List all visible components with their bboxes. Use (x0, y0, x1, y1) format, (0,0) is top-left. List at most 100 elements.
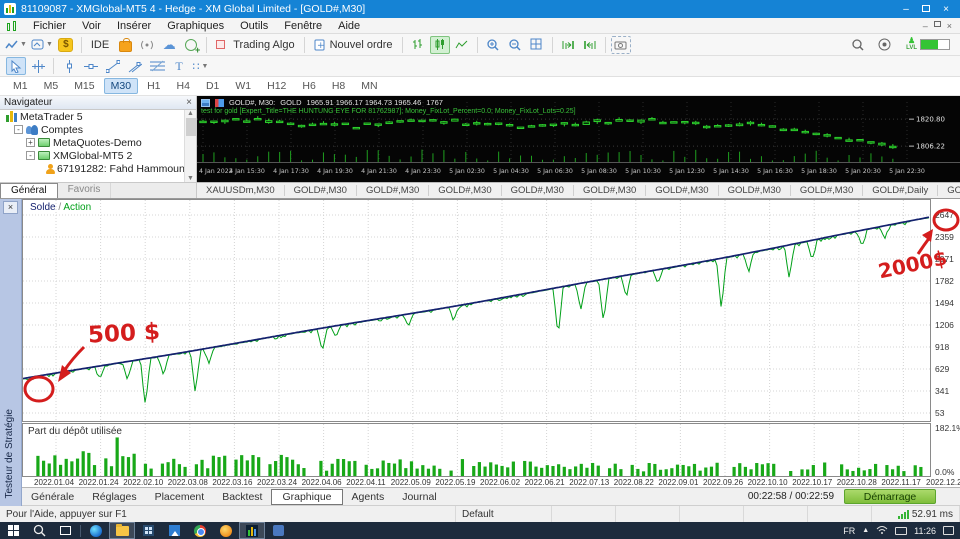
fibonacci-tool-icon[interactable] (147, 57, 167, 75)
chart-tab[interactable]: GOLD#,M30 (719, 185, 791, 196)
tray-expand-icon[interactable]: ▲ (862, 527, 869, 534)
timeframe-button[interactable]: M1 (6, 78, 35, 94)
notification-center-icon[interactable] (943, 526, 954, 535)
timeframe-button[interactable]: H4 (170, 78, 197, 94)
tester-strip-label[interactable]: Testeur de Stratégie (4, 409, 15, 499)
scroll-down-icon[interactable]: ▼ (187, 175, 194, 182)
market-icon[interactable]: $ (56, 36, 76, 54)
tile-windows-icon[interactable] (527, 36, 547, 54)
calculator-icon[interactable] (135, 522, 161, 539)
chart-tab[interactable]: XAUUSDm,M30 (197, 185, 285, 196)
close-button[interactable]: × (936, 4, 956, 15)
metatrader5-taskbar-icon[interactable] (239, 522, 265, 539)
language-indicator[interactable]: FR (843, 526, 855, 536)
collapse-icon[interactable]: - (14, 125, 23, 134)
navigator-tab[interactable]: Général (0, 183, 58, 198)
vertical-line-tool-icon[interactable] (59, 57, 79, 75)
tester-tab[interactable]: Backtest (213, 490, 271, 504)
channel-tool-icon[interactable] (125, 57, 145, 75)
trading-algo-toggle[interactable]: Trading Algo (212, 39, 298, 51)
shapes-tool-icon[interactable]: ∷ ▼ (191, 57, 211, 75)
help-icon[interactable] (874, 36, 894, 54)
shift-end-icon[interactable] (558, 36, 578, 54)
clock[interactable]: 11:26 (914, 526, 936, 536)
menu-item[interactable]: Aide (330, 19, 368, 33)
tree-item-comptes[interactable]: - Comptes (0, 123, 196, 136)
screenshot-icon[interactable] (610, 35, 631, 54)
trendline-tool-icon[interactable] (103, 57, 123, 75)
chart-window-icon[interactable]: ▼ (4, 36, 28, 54)
menu-item[interactable]: Graphiques (159, 19, 232, 33)
candle-chart-mode-icon[interactable] (429, 35, 450, 54)
menu-item[interactable]: Fichier (25, 19, 74, 33)
timeframe-button[interactable]: W1 (228, 78, 258, 94)
tree-item-account-67191282[interactable]: 67191282: Fahd Hammoune (0, 162, 196, 175)
start-button[interactable]: Démarrage (844, 489, 936, 504)
timeframe-button[interactable]: MN (354, 78, 384, 94)
blue-app-icon[interactable] (265, 522, 291, 539)
cloud-icon[interactable]: ☁ (159, 36, 179, 54)
zoom-in-icon[interactable] (483, 36, 503, 54)
mdi-restore-icon[interactable] (933, 20, 941, 27)
menu-item[interactable]: Insérer (109, 19, 159, 33)
tester-tab[interactable]: Agents (343, 490, 394, 504)
navigator-close-icon[interactable]: × (186, 97, 192, 108)
bar-chart-mode-icon[interactable] (408, 36, 428, 54)
chart-tab[interactable]: GOLD#,M30 (646, 185, 719, 196)
chart-tab[interactable]: GOLD#,M30 (285, 185, 357, 196)
shift-chart-icon[interactable] (580, 36, 600, 54)
timeframe-button[interactable]: H6 (295, 78, 322, 94)
tree-item-metaquotes-demo[interactable]: + MetaQuotes-Demo (0, 136, 196, 149)
tree-item-metatrader5[interactable]: MetaTrader 5 (0, 110, 196, 123)
chart-tab[interactable]: GOLD#,Daily (863, 185, 939, 196)
touch-keyboard-icon[interactable] (895, 526, 908, 535)
chrome-icon[interactable] (187, 522, 213, 539)
scroll-thumb[interactable] (185, 118, 196, 136)
menu-item[interactable]: Voir (74, 19, 109, 33)
tester-tab[interactable]: Graphique (271, 488, 343, 505)
tester-tab[interactable]: Générale (22, 490, 83, 504)
timeframe-button[interactable]: H8 (325, 78, 352, 94)
timeframe-button[interactable]: M15 (67, 78, 101, 94)
ide-button[interactable]: IDE (87, 39, 113, 51)
tester-tab[interactable]: Placement (146, 490, 214, 504)
signals-icon[interactable] (137, 36, 157, 54)
chart-tab[interactable]: GOLD#,M30 (429, 185, 502, 196)
mdi-minimize-icon[interactable]: – (923, 21, 928, 31)
indicators-icon[interactable]: ▼ (30, 36, 54, 54)
chart-tab[interactable]: GOLD#,M30 (938, 185, 960, 196)
navigator-tab[interactable]: Favoris (58, 183, 112, 198)
status-profile[interactable]: Default (456, 506, 552, 522)
chart-tab[interactable]: GOLD#,M30 (791, 185, 864, 196)
tester-close-icon[interactable]: × (3, 201, 18, 214)
search-icon[interactable] (848, 36, 868, 54)
zoom-out-icon[interactable] (505, 36, 525, 54)
timeframe-button[interactable]: M30 (103, 78, 139, 94)
line-chart-mode-icon[interactable] (452, 36, 472, 54)
file-explorer-icon[interactable] (109, 522, 135, 539)
maximize-button[interactable] (916, 4, 936, 15)
chart-tab[interactable]: GOLD#,M30 (502, 185, 574, 196)
start-button-icon[interactable] (0, 522, 26, 539)
tester-tab[interactable]: Réglages (83, 490, 145, 504)
crosshair-tool-icon[interactable] (28, 57, 48, 75)
mdi-close-icon[interactable]: × (947, 21, 952, 31)
minimize-button[interactable]: – (896, 4, 916, 15)
gold-chart[interactable]: GOLD#, M30: GOLD 1965.91 1966.17 1964.73… (197, 96, 960, 182)
timeframe-button[interactable]: M5 (37, 78, 66, 94)
timeframe-button[interactable]: H12 (260, 78, 293, 94)
edge-icon[interactable] (83, 522, 109, 539)
chart-tab[interactable]: GOLD#,M30 (574, 185, 647, 196)
expand-icon[interactable]: + (26, 138, 35, 147)
new-order-button[interactable]: + Nouvel ordre (310, 39, 397, 51)
horizontal-line-tool-icon[interactable] (81, 57, 101, 75)
chart-tab[interactable]: GOLD#,M30 (357, 185, 430, 196)
taskbar-search-icon[interactable] (26, 522, 52, 539)
community-icon[interactable] (181, 36, 201, 55)
market-bag-icon[interactable] (115, 36, 135, 54)
orange-app-icon[interactable] (213, 522, 239, 539)
timeframe-button[interactable]: D1 (199, 78, 226, 94)
task-view-icon[interactable] (52, 522, 78, 539)
menu-item[interactable]: Fenêtre (276, 19, 330, 33)
tester-tab[interactable]: Journal (393, 490, 445, 504)
